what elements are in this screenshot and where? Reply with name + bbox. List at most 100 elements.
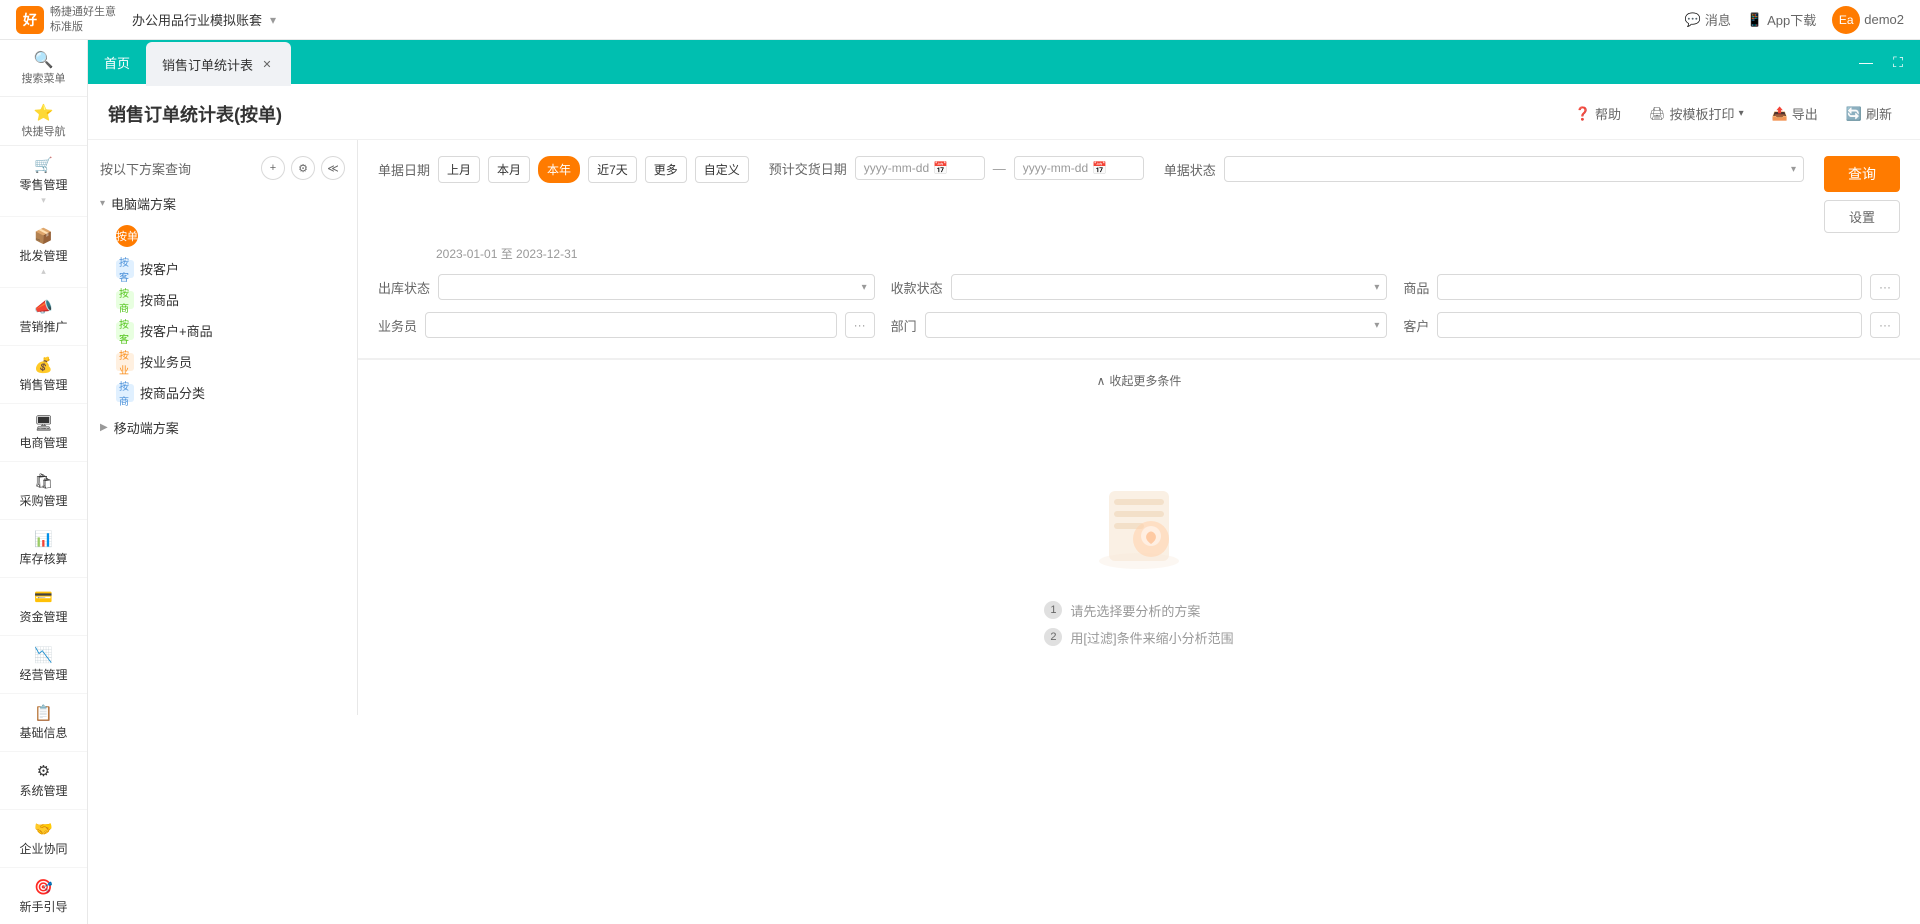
collapse-button[interactable]: ∧ 收起更多条件	[1085, 368, 1194, 393]
sidebar-item-search[interactable]: 🔍 搜索菜单	[0, 40, 87, 97]
sidebar-item-system[interactable]: ⚙ 系统管理	[0, 752, 87, 810]
scheme-by-customer-product[interactable]: 按客 按客户+商品	[88, 315, 357, 346]
app-download-button[interactable]: 📱 App下载	[1747, 10, 1816, 29]
query-button[interactable]: 查询	[1824, 156, 1900, 192]
refresh-button[interactable]: 🔄 刷新	[1838, 100, 1900, 127]
ship-status-select[interactable]	[438, 274, 875, 300]
custom-date-button[interactable]: 自定义	[695, 156, 749, 183]
refresh-icon: 🔄	[1846, 106, 1862, 122]
date-separator: —	[993, 161, 1006, 176]
add-scheme-button[interactable]: +	[261, 156, 285, 180]
top-bar: 好 畅捷通好生意 标准版 办公用品行业模拟账套 ▾ 💬 消息 📱 App下载 E…	[0, 0, 1920, 40]
sidebar-item-quick-nav[interactable]: ⭐ 快捷导航	[0, 97, 87, 146]
scheme-by-order[interactable]: 按单	[88, 219, 357, 253]
hint-num-2: 2	[1044, 628, 1062, 646]
single-status-wrapper: ▾	[1224, 156, 1804, 182]
this-year-button[interactable]: 本年	[538, 156, 580, 183]
tab-minimize-button[interactable]: —	[1852, 48, 1880, 76]
tab-home[interactable]: 首页	[88, 40, 146, 84]
user-profile[interactable]: Ea demo2	[1832, 6, 1904, 34]
page-header: 销售订单统计表(按单) ❓ 帮助 🖨 按模板打印 ▾	[88, 84, 1920, 140]
scheme-by-product-category[interactable]: 按商 按商品分类	[88, 377, 357, 408]
product-input[interactable]	[1437, 274, 1862, 300]
receipt-status-label: 收款状态	[891, 278, 943, 297]
date-range-display: 2023-01-01 至 2023-12-31	[436, 247, 577, 261]
sidebar-item-operations[interactable]: 📉 经营管理	[0, 636, 87, 694]
content-area: 首页 销售订单统计表 ✕ — ⛶ 销售订单统计表(按单)	[88, 40, 1920, 924]
expected-date-end[interactable]: yyyy-mm-dd 📅	[1014, 156, 1144, 180]
expected-date-start[interactable]: yyyy-mm-dd 📅	[855, 156, 985, 180]
avatar: Ea	[1832, 6, 1860, 34]
sidebar-item-inventory[interactable]: 📊 库存核算	[0, 520, 87, 578]
tab-bar: 首页 销售订单统计表 ✕ — ⛶	[88, 40, 1920, 84]
department-label: 部门	[891, 316, 917, 335]
sidebar-item-retail[interactable]: 🛒 零售管理 ▾	[0, 146, 87, 217]
settings-button[interactable]: 设置	[1824, 200, 1900, 233]
scheme-by-product[interactable]: 按商 按商品	[88, 284, 357, 315]
ship-status-wrapper: ▾	[438, 274, 875, 300]
settings-scheme-button[interactable]: ⚙	[291, 156, 315, 180]
tree-parent-mobile[interactable]: ▶ 移动端方案	[88, 412, 357, 443]
logo-text: 畅捷通好生意 标准版	[50, 5, 116, 34]
department-wrapper: ▾	[925, 312, 1388, 338]
scheme-by-salesperson[interactable]: 按业 按业务员	[88, 346, 357, 377]
scheme-by-salesperson-label: 按业务员	[140, 352, 192, 371]
scheme-by-product-label: 按商品	[140, 290, 179, 309]
collapse-icon: ∧	[1097, 374, 1106, 388]
sidebar: 🔍 搜索菜单 ⭐ 快捷导航 🛒 零售管理 ▾ 📦 批发管理 ▴ 📣 营销推广	[0, 40, 88, 924]
filter-panel: 单据日期 上月 本月 本年 近7天 更多 自定义	[358, 140, 1920, 359]
single-status-select[interactable]	[1224, 156, 1804, 182]
this-month-button[interactable]: 本月	[488, 156, 530, 183]
sidebar-item-sales[interactable]: 💰 销售管理	[0, 346, 87, 404]
sidebar-item-marketing[interactable]: 📣 营销推广	[0, 288, 87, 346]
tab-maximize-button[interactable]: ⛶	[1884, 48, 1912, 76]
tab-close-button[interactable]: ✕	[259, 56, 275, 72]
scheme-cp-icon: 按客	[116, 322, 134, 340]
last7days-button[interactable]: 近7天	[588, 156, 637, 183]
logo-icon: 好	[16, 6, 44, 34]
logo-area: 好 畅捷通好生意 标准版	[16, 5, 116, 34]
collapse-panel-button[interactable]: ≪	[321, 156, 345, 180]
action-buttons: 查询 设置	[1824, 156, 1900, 233]
sidebar-item-finance[interactable]: 💳 资金管理	[0, 578, 87, 636]
receipt-status-select[interactable]	[951, 274, 1388, 300]
salesperson-input[interactable]	[425, 312, 837, 338]
download-icon: 📱	[1747, 12, 1763, 28]
more-date-button[interactable]: 更多	[645, 156, 687, 183]
calendar-end-icon: 📅	[1092, 161, 1107, 175]
sidebar-item-basic[interactable]: 📋 基础信息	[0, 694, 87, 752]
scheme-by-customer[interactable]: 按客 按客户	[88, 253, 357, 284]
message-button[interactable]: 💬 消息	[1685, 10, 1731, 29]
scheme-pc-icon: 按商	[116, 384, 134, 402]
collapse-area: ∧ 收起更多条件	[358, 359, 1920, 401]
app-title-arrow[interactable]: ▾	[270, 13, 276, 27]
page-inner: 销售订单统计表(按单) ❓ 帮助 🖨 按模板打印 ▾	[88, 84, 1920, 924]
page-title: 销售订单统计表(按单)	[108, 101, 282, 127]
empty-hint-2: 2 用[过滤]条件来缩小分析范围	[1044, 628, 1233, 647]
tab-sales-order-stats[interactable]: 销售订单统计表 ✕	[146, 42, 291, 86]
sidebar-item-wholesale[interactable]: 📦 批发管理 ▴	[0, 217, 87, 288]
sidebar-item-new-user[interactable]: 🎯 新手引导	[0, 868, 87, 924]
customer-ellipsis-button[interactable]: ···	[1870, 312, 1900, 338]
customer-label: 客户	[1403, 316, 1429, 335]
sidebar-item-enterprise[interactable]: 🤝 企业协同	[0, 810, 87, 868]
product-ellipsis-button[interactable]: ···	[1870, 274, 1900, 300]
help-button[interactable]: ❓ 帮助	[1567, 100, 1629, 127]
salesperson-label: 业务员	[378, 316, 417, 335]
last-month-button[interactable]: 上月	[438, 156, 480, 183]
hint-num-1: 1	[1044, 601, 1062, 619]
sidebar-item-purchase[interactable]: 🛍 采购管理	[0, 462, 87, 520]
salesperson-ellipsis-button[interactable]: ···	[845, 312, 875, 338]
export-button[interactable]: 📤 导出	[1764, 100, 1826, 127]
app-title: 办公用品行业模拟账套	[132, 10, 262, 29]
scheme-by-product-category-label: 按商品分类	[140, 383, 205, 402]
ship-status-label: 出库状态	[378, 278, 430, 297]
print-button[interactable]: 🖨 按模板打印 ▾	[1641, 100, 1752, 127]
sidebar-item-ecommerce[interactable]: 🖥 电商管理	[0, 404, 87, 462]
customer-input[interactable]	[1437, 312, 1862, 338]
department-select[interactable]	[925, 312, 1388, 338]
print-arrow-icon: ▾	[1739, 108, 1744, 119]
empty-image	[1079, 461, 1199, 581]
tree-parent-pc[interactable]: ▾ 电脑端方案	[88, 188, 357, 219]
scheme-by-customer-product-label: 按客户+商品	[140, 321, 213, 340]
